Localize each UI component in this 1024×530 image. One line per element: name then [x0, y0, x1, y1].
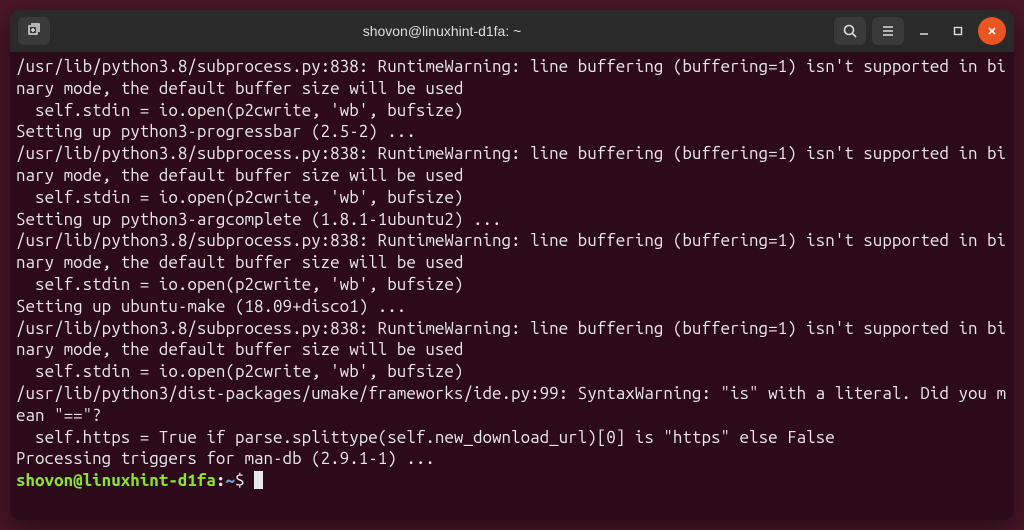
new-tab-icon [26, 23, 42, 39]
titlebar: shovon@linuxhint-d1fa: ~ [10, 10, 1014, 52]
terminal-body[interactable]: /usr/lib/python3.8/subprocess.py:838: Ru… [10, 52, 1014, 520]
prompt-user-host: shovon@linuxhint-d1fa [16, 471, 216, 490]
terminal-output-line: Setting up python3-argcomplete (1.8.1-1u… [16, 210, 502, 229]
terminal-output-line: self.stdin = io.open(p2cwrite, 'wb', buf… [16, 362, 463, 381]
hamburger-icon [880, 23, 896, 39]
terminal-output-line: self.stdin = io.open(p2cwrite, 'wb', buf… [16, 188, 463, 207]
terminal-window: shovon@linuxhint-d1fa: ~ /usr/lib/python… [10, 10, 1014, 520]
terminal-output-line: /usr/lib/python3.8/subprocess.py:838: Ru… [16, 57, 1006, 98]
prompt-path: ~ [225, 471, 235, 490]
prompt-symbol: $ [235, 471, 245, 490]
terminal-output-line: /usr/lib/python3.8/subprocess.py:838: Ru… [16, 231, 1006, 272]
minimize-icon [918, 25, 930, 37]
new-tab-button[interactable] [18, 17, 50, 45]
terminal-output-line: Processing triggers for man-db (2.9.1-1)… [16, 449, 435, 468]
terminal-output-line: /usr/lib/python3.8/subprocess.py:838: Ru… [16, 144, 1006, 185]
minimize-button[interactable] [910, 17, 938, 45]
terminal-output-line: self.https = True if parse.splittype(sel… [16, 428, 835, 447]
terminal-output-line: /usr/lib/python3.8/subprocess.py:838: Ru… [16, 319, 1006, 360]
menu-button[interactable] [872, 17, 904, 45]
close-icon [986, 25, 998, 37]
terminal-output-line: Setting up python3-progressbar (2.5-2) .… [16, 122, 416, 141]
search-icon [842, 23, 858, 39]
terminal-output-line: Setting up ubuntu-make (18.09+disco1) ..… [16, 297, 406, 316]
maximize-icon [952, 25, 964, 37]
window-title: shovon@linuxhint-d1fa: ~ [56, 23, 828, 39]
cursor [254, 471, 263, 489]
titlebar-right [834, 17, 1006, 45]
maximize-button[interactable] [944, 17, 972, 45]
search-button[interactable] [834, 17, 866, 45]
close-button[interactable] [978, 17, 1006, 45]
terminal-output-line: self.stdin = io.open(p2cwrite, 'wb', buf… [16, 101, 463, 120]
terminal-output-line: /usr/lib/python3/dist-packages/umake/fra… [16, 384, 1006, 425]
terminal-output-line: self.stdin = io.open(p2cwrite, 'wb', buf… [16, 275, 463, 294]
